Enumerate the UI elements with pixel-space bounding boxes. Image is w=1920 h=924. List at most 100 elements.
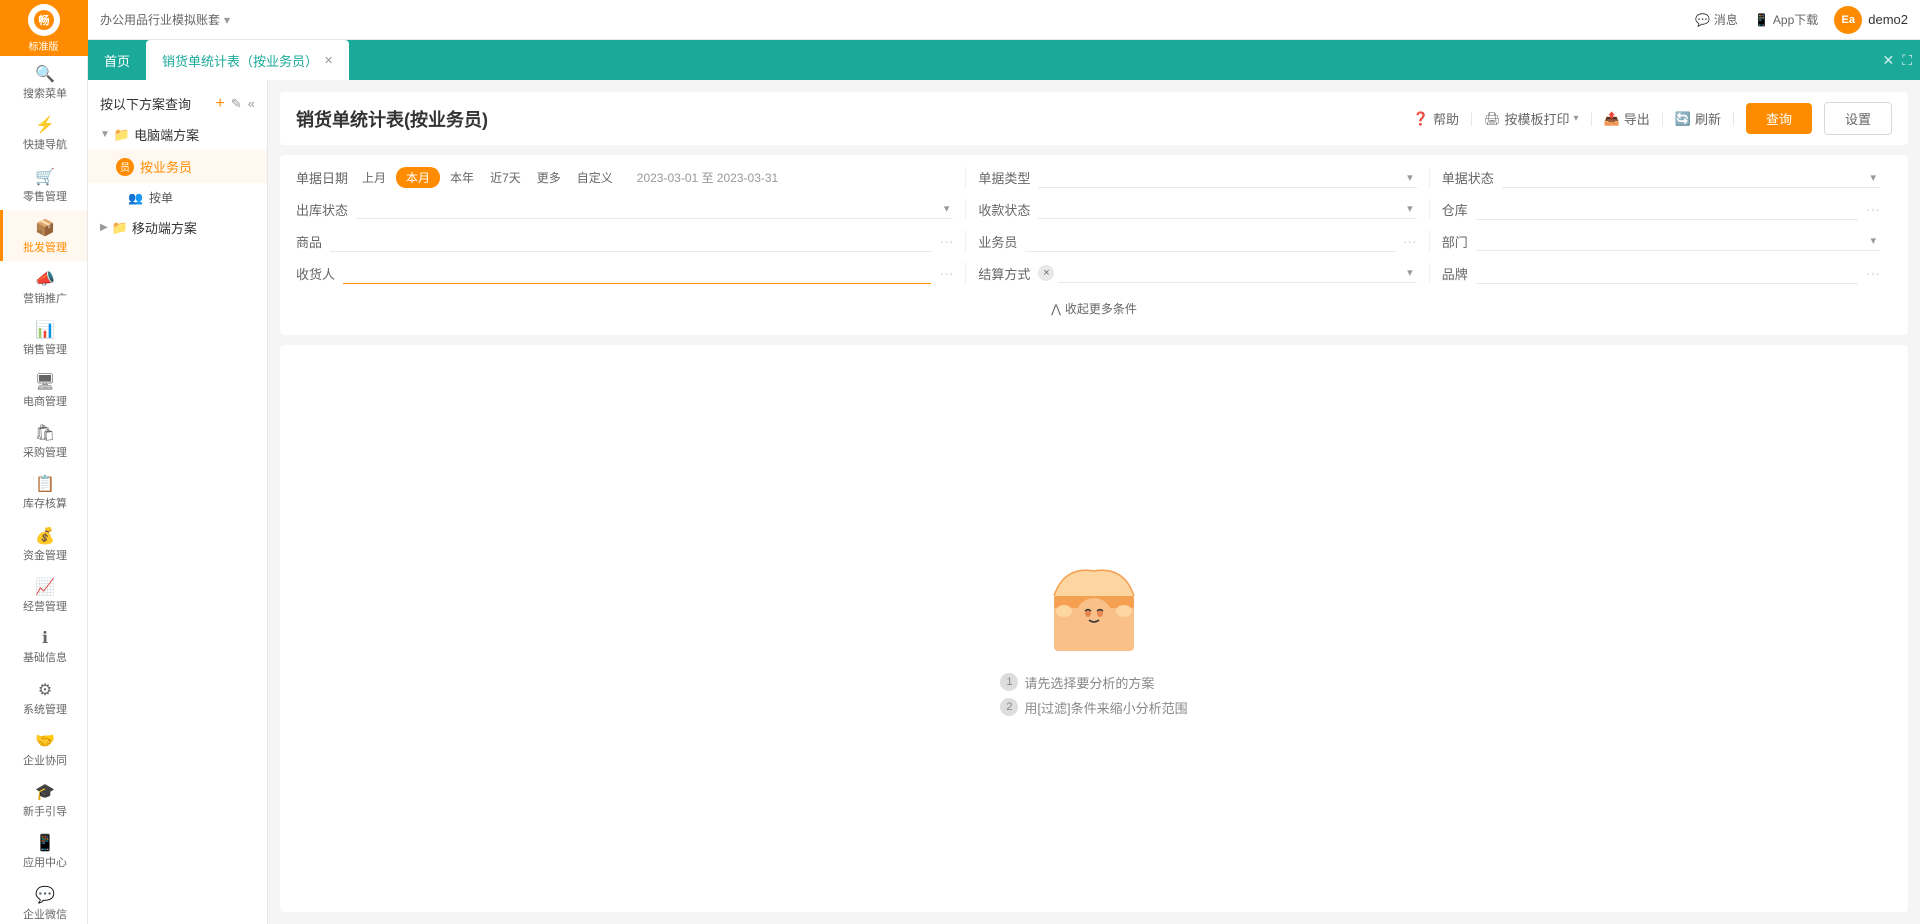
tab-sales-stat[interactable]: 销货单统计表（按业务员） ✕: [146, 40, 349, 80]
sidebar-item-retail-label: 零售管理: [23, 190, 67, 204]
sidebar-item-finance-label: 资金管理: [23, 549, 67, 563]
payment-select[interactable]: ▾: [1058, 263, 1416, 283]
plan-mobile-group: ▶ 📁 移动端方案: [88, 212, 267, 243]
consignee-label: 收货人: [296, 264, 335, 283]
sidebar-item-app-center[interactable]: 📱 应用中心: [0, 825, 87, 876]
sidebar-item-quick-nav[interactable]: ⚡ 快捷导航: [0, 107, 87, 158]
empty-tip-1: 1 请先选择要分析的方案: [1000, 673, 1187, 692]
salesperson-input[interactable]: [1025, 230, 1394, 252]
logo-icon: 畅: [28, 4, 60, 36]
sidebar-item-ops[interactable]: 📈 经营管理: [0, 569, 87, 620]
empty-state: 1 请先选择要分析的方案 2 用[过滤]条件来缩小分析范围: [280, 345, 1908, 912]
edit-plan-btn[interactable]: ✎: [231, 96, 242, 112]
salesperson-more-icon[interactable]: ···: [1403, 233, 1417, 249]
sidebar-item-basic-label: 基础信息: [23, 651, 67, 665]
dept-select[interactable]: ▾: [1476, 231, 1880, 251]
refresh-label: 刷新: [1695, 109, 1721, 128]
doc-type-label: 单据类型: [978, 168, 1030, 187]
divider3: [1662, 112, 1663, 126]
collect-status-select[interactable]: ▾: [1038, 199, 1416, 219]
empty-illustration: [1034, 541, 1154, 661]
sidebar-item-finance[interactable]: 💰 资金管理: [0, 518, 87, 569]
tabbar-actions: ✕ ⛶: [1882, 52, 1920, 69]
collapse-btn[interactable]: ⋀ 收起更多条件: [1051, 300, 1137, 317]
by-order-icon: 👥: [128, 191, 143, 205]
refresh-btn[interactable]: 🔄 刷新: [1675, 109, 1721, 128]
settings-button[interactable]: 设置: [1824, 102, 1892, 135]
payment-x-btn[interactable]: ×: [1038, 265, 1054, 281]
sidebar-item-newbie[interactable]: 🎓 新手引导: [0, 774, 87, 825]
sidebar-item-system[interactable]: ⚙ 系统管理: [0, 672, 87, 723]
topbar-msg-btn[interactable]: 💬 消息: [1695, 11, 1738, 28]
date-tab-last-month[interactable]: 上月: [356, 167, 392, 188]
avatar-text: Ea: [1842, 14, 1855, 26]
brand-input[interactable]: [1476, 262, 1858, 284]
left-panel-header: 按以下方案查询 + ✎ «: [88, 88, 267, 119]
tab-close-all-btn[interactable]: ✕: [1882, 52, 1894, 69]
brand-more-icon[interactable]: ···: [1866, 265, 1880, 281]
date-tab-this-month[interactable]: 本月: [396, 167, 440, 188]
query-button[interactable]: 查询: [1746, 103, 1812, 134]
sidebar-item-basic[interactable]: ℹ 基础信息: [0, 620, 87, 671]
tab-home-label: 首页: [104, 51, 130, 70]
sidebar-item-collab[interactable]: 🤝 企业协同: [0, 723, 87, 774]
inventory-icon: 📋: [35, 474, 55, 494]
plan-mobile-group-header[interactable]: ▶ 📁 移动端方案: [88, 212, 267, 243]
sidebar-menu: 🔍 搜索菜单 ⚡ 快捷导航 🛒 零售管理 📦 批发管理 📣 营销推广 📊 销售管…: [0, 56, 87, 924]
goods-input[interactable]: [330, 230, 931, 252]
doc-status-select[interactable]: ▾: [1502, 168, 1880, 188]
tab-expand-btn[interactable]: ⛶: [1902, 52, 1912, 69]
corp-wechat-icon: 💬: [35, 885, 55, 905]
msg-label: 消息: [1714, 11, 1738, 28]
export-btn[interactable]: 📤 导出: [1604, 109, 1650, 128]
add-plan-btn[interactable]: +: [216, 95, 225, 113]
breadcrumb-dropdown-icon[interactable]: ▾: [224, 13, 230, 27]
wholesale-icon: 📦: [35, 218, 55, 238]
app-center-icon: 📱: [35, 833, 55, 853]
doc-type-select[interactable]: ▾: [1038, 168, 1416, 188]
out-status-select[interactable]: ▾: [356, 199, 953, 219]
sidebar-item-inventory[interactable]: 📋 库存核算: [0, 466, 87, 517]
plan-mobile-group-label: 移动端方案: [132, 218, 197, 237]
warehouse-input[interactable]: [1476, 198, 1858, 220]
tab-close-icon[interactable]: ✕: [324, 54, 333, 67]
sidebar-item-sales-mgmt[interactable]: 📊 销售管理: [0, 312, 87, 363]
sidebar-item-wholesale[interactable]: 📦 批发管理: [0, 210, 87, 261]
plan-sub-item-by-order[interactable]: 👥 按单: [88, 183, 267, 212]
sidebar-item-retail[interactable]: 🛒 零售管理: [0, 159, 87, 210]
sidebar-item-corp-wechat[interactable]: 💬 企业微信: [0, 877, 87, 924]
help-btn[interactable]: ❓ 帮助: [1413, 109, 1459, 128]
template-print-label: 按模板打印: [1505, 109, 1570, 128]
app-download-label: App下载: [1773, 11, 1818, 28]
consignee-more-icon[interactable]: ···: [939, 265, 953, 281]
sidebar-item-search[interactable]: 🔍 搜索菜单: [0, 56, 87, 107]
sidebar-item-newbie-label: 新手引导: [23, 805, 67, 819]
left-panel-title: 按以下方案查询: [100, 94, 191, 113]
goods-more-icon[interactable]: ···: [939, 233, 953, 249]
consignee-input[interactable]: [343, 262, 931, 284]
plan-item-salesperson[interactable]: 员 按业务员: [88, 150, 267, 183]
empty-tip-2: 2 用[过滤]条件来缩小分析范围: [1000, 698, 1187, 717]
template-print-btn[interactable]: 🖨 按模板打印 ▾: [1484, 109, 1579, 128]
date-tab-7days[interactable]: 近7天: [484, 167, 527, 188]
sidebar-item-purchase[interactable]: 🛍 采购管理: [0, 415, 87, 466]
date-tab-custom[interactable]: 自定义: [571, 167, 619, 188]
date-tab-this-year[interactable]: 本年: [444, 167, 480, 188]
search-icon: 🔍: [35, 64, 55, 84]
plan-desktop-group-header[interactable]: ▼ 📁 电脑端方案: [88, 119, 267, 150]
plan-desktop-group: ▼ 📁 电脑端方案 员 按业务员 👥 按单: [88, 119, 267, 212]
date-tab-more[interactable]: 更多: [531, 167, 567, 188]
topbar-app-btn[interactable]: 📱 App下载: [1754, 11, 1818, 28]
collapse-panel-btn[interactable]: «: [248, 96, 255, 111]
tab-sales-stat-label: 销货单统计表（按业务员）: [162, 51, 318, 70]
warehouse-more-icon[interactable]: ···: [1866, 201, 1880, 217]
filter-row-2: 出库状态 ▾ 收款状态 ▾ 仓库 ···: [296, 198, 1892, 220]
sidebar-item-marketing[interactable]: 📣 营销推广: [0, 261, 87, 312]
tip2-text: 用[过滤]条件来缩小分析范围: [1024, 698, 1187, 717]
filter-collect-status: 收款状态 ▾: [966, 199, 1429, 219]
tab-home[interactable]: 首页: [88, 40, 146, 80]
sidebar-item-ecom[interactable]: 🖥 电商管理: [0, 364, 87, 415]
sidebar-logo[interactable]: 畅 标准版: [0, 0, 88, 56]
topbar-user[interactable]: Ea demo2: [1834, 6, 1908, 34]
filter-row-3: 商品 ··· 业务员 ··· 部门 ▾: [296, 230, 1892, 252]
